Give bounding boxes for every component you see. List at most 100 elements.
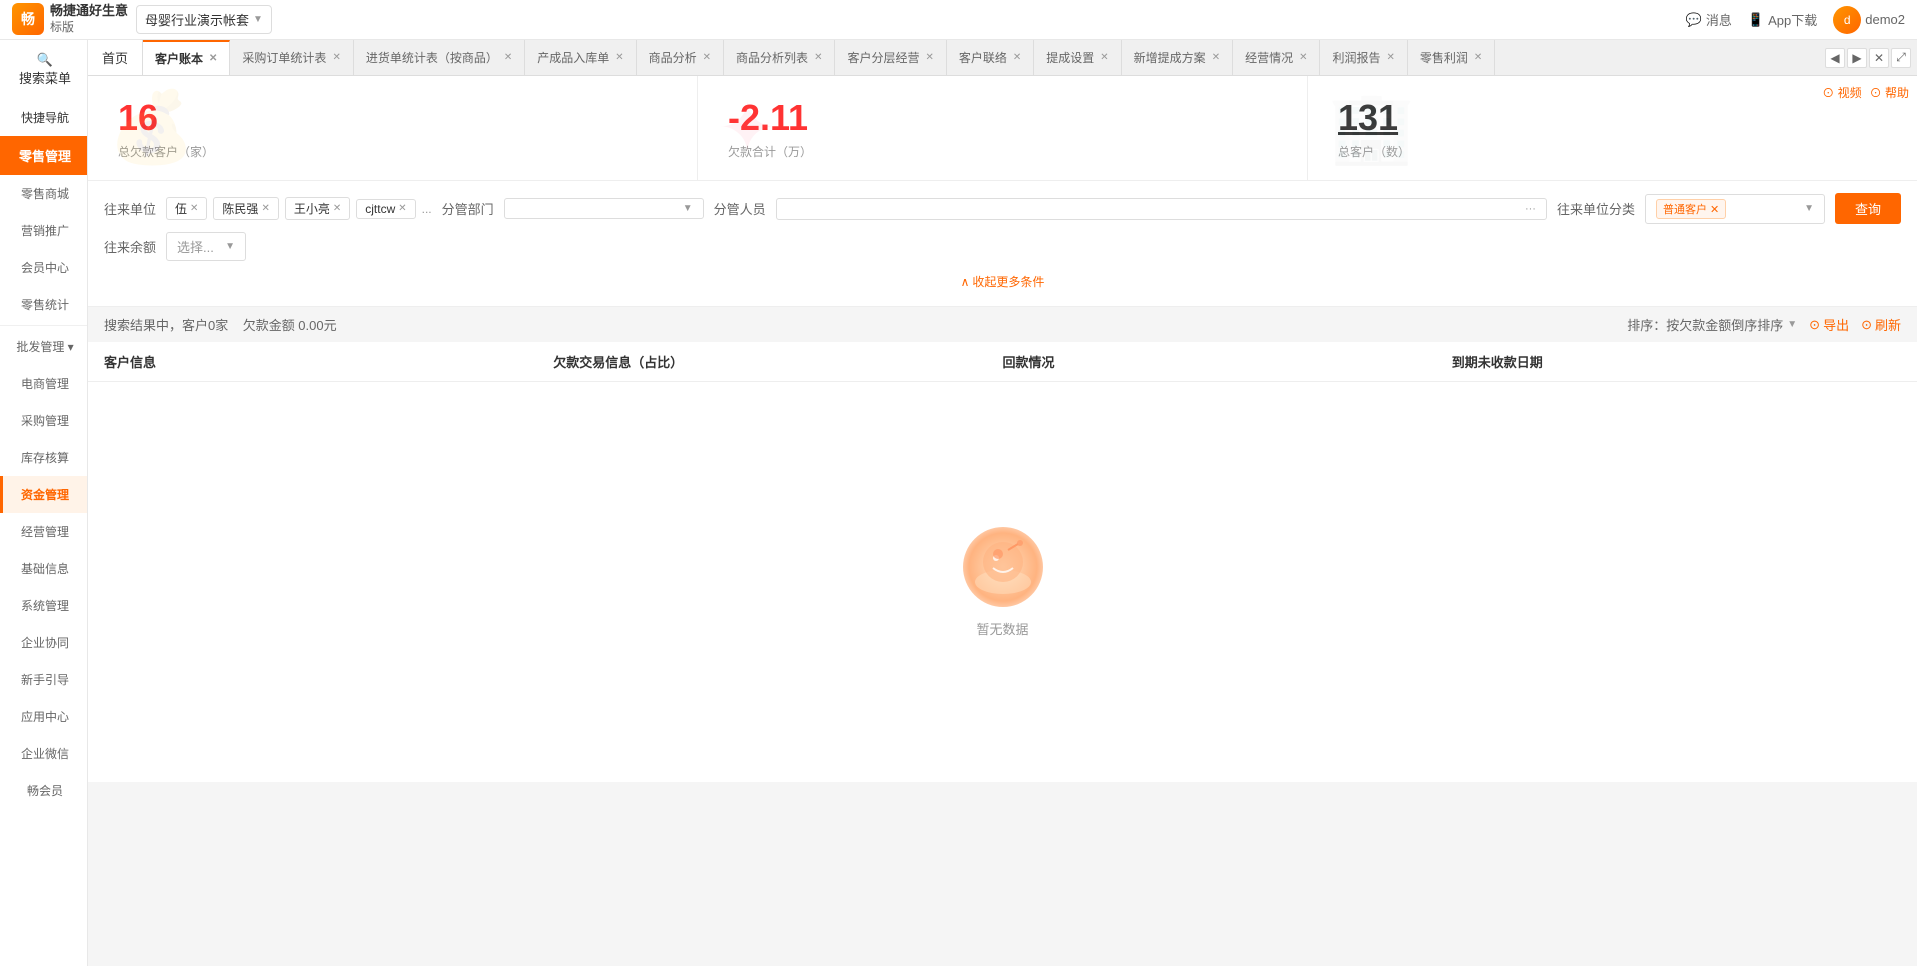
tab-close-retail[interactable]: ✕ [1474,53,1482,63]
filter-tag-4-label: cjttcw [365,202,395,216]
tab-close-operations[interactable]: ✕ [1299,53,1307,63]
sidebar-label-batch-mgmt: 批发管理 ▾ [3,338,87,355]
sidebar-item-retail-mgmt[interactable]: 零售管理 [0,136,87,175]
sidebar-divider-1 [0,325,87,326]
help-link[interactable]: ⊙ 帮助 [1870,84,1909,101]
logo-area: 畅 畅捷通好生意 标版 [12,3,128,35]
balance-label: 往来余额 [104,237,156,256]
sort-select[interactable]: 排序：按欠款金额倒序排序 ▼ [1627,315,1797,334]
tab-purchase-stats-by-product[interactable]: 进货单统计表（按商品） ✕ [354,40,525,76]
results-count: 搜索结果中，客户0家 [104,318,228,333]
sidebar-item-quick-nav[interactable]: 快捷导航 [0,99,87,136]
sidebar-item-marketing[interactable]: 营销推广 [0,212,87,249]
filter-tag-2-close[interactable]: ✕ [261,203,269,214]
filter-tag-1-label: 伍 [175,200,187,217]
sidebar-item-guide[interactable]: 新手引导 [0,661,87,698]
tab-close-product-analysis[interactable]: ✕ [703,53,711,63]
tab-close-customer-balance[interactable]: ✕ [209,54,217,64]
filter-tag-2-label: 陈民强 [222,200,258,217]
filter-tag-1[interactable]: 伍 ✕ [166,197,207,220]
tab-close-purchase[interactable]: ✕ [332,53,340,63]
filter-tag-3-close[interactable]: ✕ [333,203,341,214]
filter-tag-2[interactable]: 陈民强 ✕ [213,197,278,220]
sidebar-item-vip[interactable]: 畅会员 [0,772,87,809]
sidebar-item-enterprise[interactable]: 企业协同 [0,624,87,661]
filter-tag-3[interactable]: 王小亮 ✕ [285,197,350,220]
export-button[interactable]: ⊙ 导出 [1809,315,1849,334]
filter-tag-4[interactable]: cjttcw ✕ [356,199,415,219]
message-action[interactable]: 💬 消息 [1686,10,1732,29]
sidebar-item-members[interactable]: 会员中心 [0,249,87,286]
sidebar-item-wechat-work[interactable]: 企业微信 [0,735,87,772]
tab-prev-btn[interactable]: ◀ [1825,48,1845,68]
tab-profit-report[interactable]: 利润报告 ✕ [1320,40,1407,76]
video-link[interactable]: ⊙ 视频 [1822,84,1861,101]
tab-close-production[interactable]: ✕ [615,53,623,63]
tab-product-analysis[interactable]: 商品分析 ✕ [637,40,724,76]
tab-close-profit[interactable]: ✕ [1387,53,1395,63]
source-unit-label: 往来单位 [104,199,156,218]
results-summary: 搜索结果中，客户0家 欠款金额 0.00元 [104,315,337,334]
tab-close-promotion[interactable]: ✕ [1100,53,1108,63]
tab-customer-contact[interactable]: 客户联络 ✕ [947,40,1034,76]
tab-promotion-settings[interactable]: 提成设置 ✕ [1034,40,1121,76]
tab-production-inbound[interactable]: 产成品入库单 ✕ [525,40,636,76]
sidebar-item-retail-stats[interactable]: 零售统计 [0,286,87,323]
results-amount: 欠款金额 0.00元 [243,318,337,333]
tab-operations-label: 经营情况 [1245,49,1293,66]
col-header-customer-info: 客户信息 [104,352,553,371]
tab-close-new-promotion[interactable]: ✕ [1212,53,1220,63]
tab-customer-balance[interactable]: 客户账本 ✕ [143,40,230,76]
query-button[interactable]: 查询 [1835,193,1901,224]
classify-tag-normal[interactable]: 普通客户 ✕ [1656,199,1726,219]
sidebar-item-purchase[interactable]: 采购管理 [0,402,87,439]
sidebar-label-guide: 新手引导 [3,671,87,688]
classify-select[interactable]: 普通客户 ✕ ▼ [1645,194,1825,224]
sidebar-item-batch-mgmt[interactable]: 批发管理 ▾ [0,328,87,365]
chevron-up-icon: ∧ [961,275,970,289]
stat-card-debt-customers: 💰 16 总欠款客户（家） [88,76,698,180]
dept-label: 分管部门 [442,199,494,218]
sidebar-item-sys-mgmt[interactable]: 系统管理 [0,587,87,624]
sidebar-item-operations[interactable]: 经营管理 [0,513,87,550]
sidebar-item-app-center[interactable]: 应用中心 [0,698,87,735]
sidebar-item-basic-info[interactable]: 基础信息 [0,550,87,587]
tab-close-product-list[interactable]: ✕ [814,53,822,63]
sidebar-label-inventory: 库存核算 [3,449,87,466]
tab-new-promotion[interactable]: 新增提成方案 ✕ [1122,40,1233,76]
empty-icon [963,527,1043,607]
store-selector[interactable]: 母婴行业演示帐套 ▼ [136,5,272,34]
tab-retail-profit[interactable]: 零售利润 ✕ [1408,40,1495,76]
tab-close-all-btn[interactable]: ✕ [1869,48,1889,68]
sidebar-item-search-menu[interactable]: 🔍 搜索菜单 [0,40,87,99]
dept-select[interactable]: ▼ [504,198,704,219]
sidebar-label-app-center: 应用中心 [3,708,87,725]
balance-select[interactable]: 选择... ▼ [166,232,246,261]
tab-expand-btn[interactable]: ⤢ [1891,48,1911,68]
refresh-button[interactable]: ⊙ 刷新 [1861,315,1901,334]
tab-purchase-order-stats[interactable]: 采购订单统计表 ✕ [230,40,353,76]
user-profile[interactable]: d demo2 [1833,6,1905,34]
tab-close-customer-segment[interactable]: ✕ [925,53,933,63]
filter-tag-1-close[interactable]: ✕ [190,203,198,214]
sidebar-item-retail-store[interactable]: 零售商城 [0,175,87,212]
app-download-action[interactable]: 📱 App下载 [1748,10,1817,29]
tab-customer-segment[interactable]: 客户分层经营 ✕ [835,40,946,76]
tab-next-btn[interactable]: ▶ [1847,48,1867,68]
sidebar-item-finance[interactable]: 资金管理 [0,476,87,513]
sidebar-label-retail-mgmt: 零售管理 [3,146,87,165]
filter-tag-4-close[interactable]: ✕ [398,203,406,214]
tab-home[interactable]: 首页 [88,40,143,76]
phone-icon: 📱 [1748,12,1764,28]
tab-operations-status[interactable]: 经营情况 ✕ [1233,40,1320,76]
sidebar-item-inventory[interactable]: 库存核算 [0,439,87,476]
tab-close-purchase-stats[interactable]: ✕ [504,53,512,63]
sidebar-item-ecommerce[interactable]: 电商管理 [0,365,87,402]
person-more-icon: ··· [1525,203,1536,215]
filter-more-btn[interactable]: ... [422,202,432,216]
collapse-button[interactable]: ∧ 收起更多条件 [961,273,1045,290]
tab-close-contact[interactable]: ✕ [1013,53,1021,63]
tab-product-analysis-list[interactable]: 商品分析列表 ✕ [724,40,835,76]
person-select[interactable]: ··· [776,198,1547,220]
tab-customer-contact-label: 客户联络 [959,49,1007,66]
